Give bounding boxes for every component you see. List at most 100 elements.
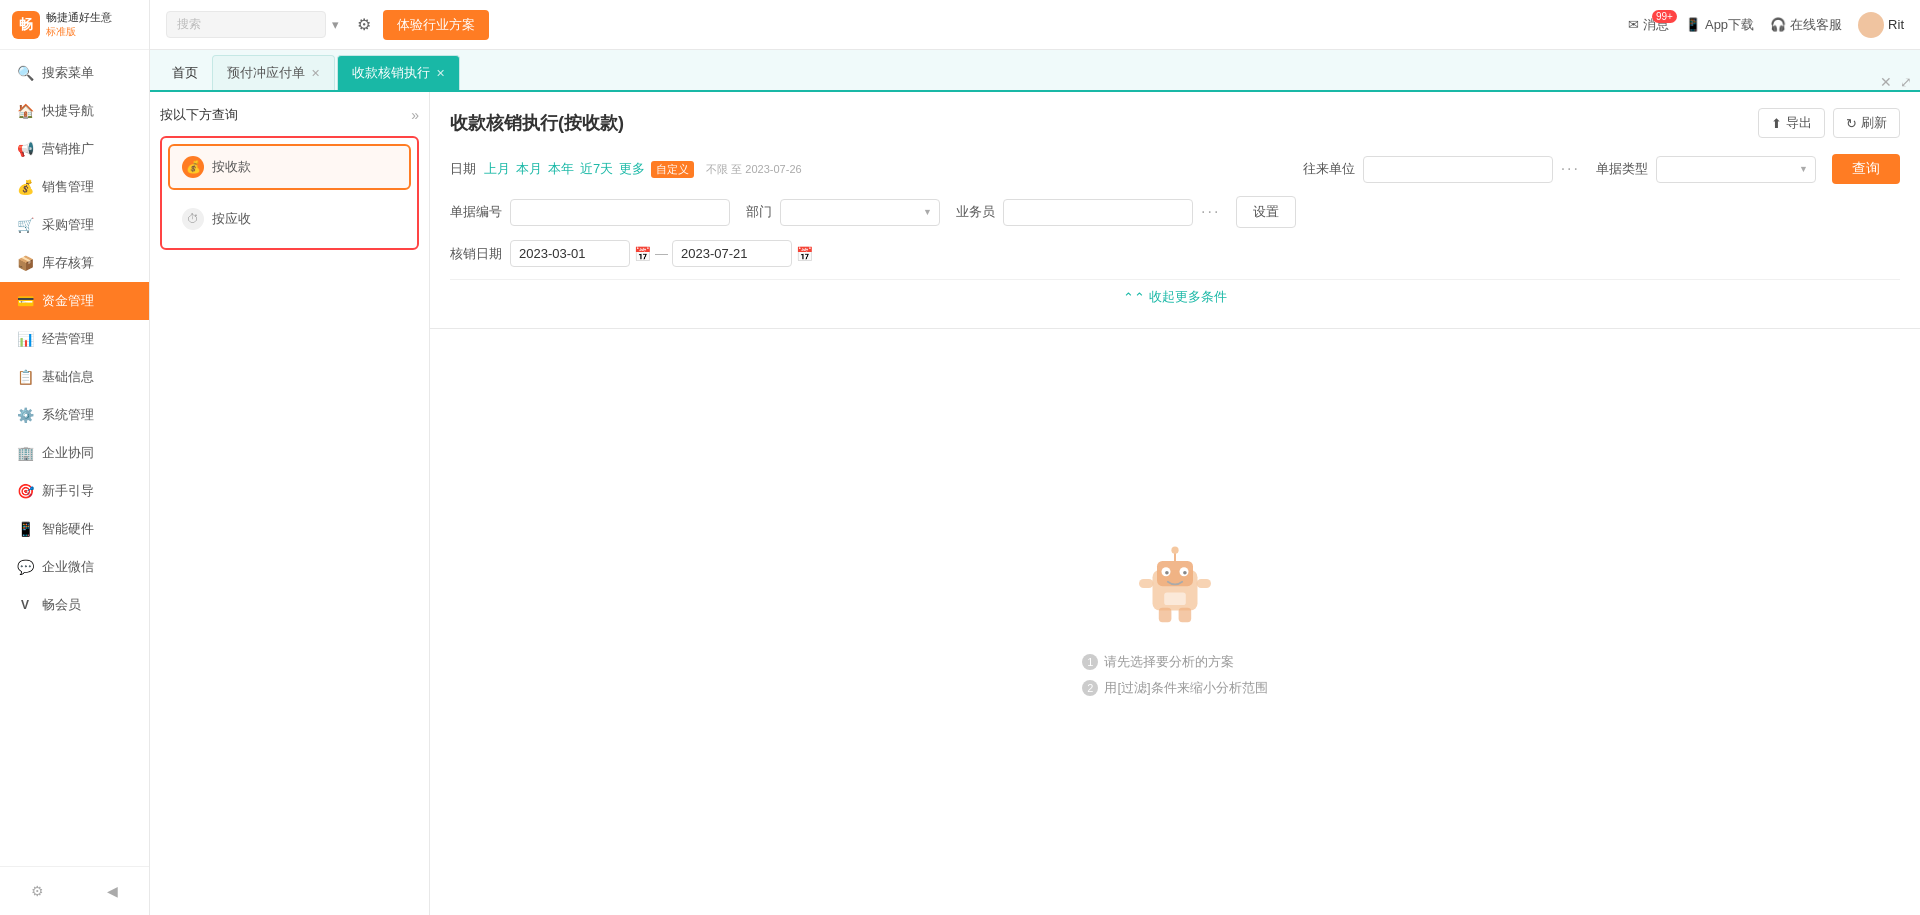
- sidebar-item-label-wechat: 企业微信: [42, 558, 94, 576]
- doc-no-field: 单据编号: [450, 199, 730, 226]
- export-icon: ⬆: [1771, 116, 1782, 131]
- query-btn[interactable]: 查询: [1832, 154, 1900, 184]
- settings-bottom-icon[interactable]: ⚙: [23, 875, 52, 907]
- department-select[interactable]: [780, 199, 940, 226]
- sidebar-nav: 🔍 搜索菜单 🏠 快捷导航 📢 营销推广 💰 销售管理 🛒 采购管理 📦 库存核…: [0, 50, 149, 866]
- hint-num-1: 1: [1082, 654, 1098, 670]
- tab-receipt-label: 收款核销执行: [352, 64, 430, 82]
- filter-collapse-icon[interactable]: »: [411, 107, 419, 123]
- sidebar-item-member[interactable]: V 畅会员: [0, 586, 149, 624]
- tab-receipt-offset[interactable]: 收款核销执行 ✕: [337, 55, 460, 90]
- hint-row-2: 2 用[过滤]条件来缩小分析范围: [1082, 675, 1267, 701]
- svg-point-4: [1165, 571, 1169, 575]
- shortcut-more[interactable]: 更多: [619, 160, 645, 178]
- counterpart-input[interactable]: [1363, 156, 1553, 183]
- tab-home[interactable]: 首页: [158, 56, 212, 90]
- sidebar-item-finance[interactable]: 💳 资金管理: [0, 282, 149, 320]
- topbar: 搜索 ▾ ⚙ 体验行业方案 ✉ 消息 99+ 📱 App下载 🎧 在线客服 R: [150, 0, 1920, 50]
- svg-rect-8: [1139, 579, 1153, 588]
- tab-prepay-close-icon[interactable]: ✕: [311, 67, 320, 80]
- counterpart-dots-btn[interactable]: ···: [1561, 160, 1580, 178]
- salesperson-input[interactable]: [1003, 199, 1193, 226]
- topbar-dropdown-arrow[interactable]: ▾: [332, 17, 339, 32]
- form-row-1: 日期 上月 本月 本年 近7天 更多 自定义 不限 至 2023-07-26: [450, 154, 1900, 184]
- topbar-gear-icon[interactable]: ⚙: [357, 15, 371, 34]
- shortcut-this-month[interactable]: 本月: [516, 160, 542, 178]
- topbar-search-box: 搜索: [166, 11, 326, 38]
- counterpart-field: 往来单位 ···: [1303, 156, 1580, 183]
- calendar-start-icon[interactable]: 📅: [634, 246, 651, 262]
- user-menu[interactable]: Rit: [1858, 12, 1904, 38]
- logo-subtitle: 标准版: [46, 25, 112, 39]
- sidebar-item-system[interactable]: ⚙️ 系统管理: [0, 396, 149, 434]
- filter-methods-container: 💰 按收款 ⏱ 按应收: [160, 136, 419, 250]
- sidebar-item-basic-info[interactable]: 📋 基础信息: [0, 358, 149, 396]
- offset-date-label: 核销日期: [450, 245, 502, 263]
- offset-date-end[interactable]: [672, 240, 792, 267]
- sidebar-item-label-finance: 资金管理: [42, 292, 94, 310]
- empty-robot-illustration: [1130, 543, 1220, 633]
- query-btn-wrap: 查询: [1832, 154, 1900, 184]
- sidebar-item-label-hardware: 智能硬件: [42, 520, 94, 538]
- salesperson-dots-btn[interactable]: ···: [1201, 203, 1220, 221]
- sidebar-item-marketing[interactable]: 📢 营销推广: [0, 130, 149, 168]
- receipt-method-icon: 💰: [182, 156, 204, 178]
- shortcut-last-month[interactable]: 上月: [484, 160, 510, 178]
- doc-no-input[interactable]: [510, 199, 730, 226]
- sidebar-item-operations[interactable]: 📊 经营管理: [0, 320, 149, 358]
- doc-type-select-wrapper: [1656, 156, 1816, 183]
- sidebar-item-guide[interactable]: 🎯 新手引导: [0, 472, 149, 510]
- export-btn[interactable]: ⬆ 导出: [1758, 108, 1825, 138]
- collapse-more-label: 收起更多条件: [1149, 288, 1227, 306]
- collapse-more-btn[interactable]: ⌃⌃ 收起更多条件: [450, 279, 1900, 314]
- finance-icon: 💳: [16, 293, 34, 309]
- shortcut-7days[interactable]: 近7天: [580, 160, 613, 178]
- industry-btn[interactable]: 体验行业方案: [383, 10, 489, 40]
- doc-type-select[interactable]: [1656, 156, 1816, 183]
- online-service-btn[interactable]: 🎧 在线客服: [1770, 16, 1842, 34]
- svg-rect-9: [1197, 579, 1211, 588]
- chevron-up-icon: ⌃⌃: [1123, 290, 1145, 305]
- filter-method-by-receivable[interactable]: ⏱ 按应收: [168, 196, 411, 242]
- page-header: 收款核销执行(按收款) ⬆ 导出 ↻ 刷新: [430, 92, 1920, 329]
- calendar-end-icon[interactable]: 📅: [796, 246, 813, 262]
- empty-state: 1 请先选择要分析的方案 2 用[过滤]条件来缩小分析范围: [430, 329, 1920, 915]
- hint-row-1: 1 请先选择要分析的方案: [1082, 649, 1267, 675]
- shortcut-this-year[interactable]: 本年: [548, 160, 574, 178]
- sidebar-item-hardware[interactable]: 📱 智能硬件: [0, 510, 149, 548]
- date-range-hint: 不限 至 2023-07-26: [706, 162, 801, 177]
- offset-date-start[interactable]: [510, 240, 630, 267]
- operations-icon: 📊: [16, 331, 34, 347]
- expand-tab-icon[interactable]: ⤢: [1900, 74, 1912, 90]
- sidebar-item-enterprise[interactable]: 🏢 企业协同: [0, 434, 149, 472]
- department-field: 部门: [746, 199, 940, 226]
- sidebar-item-search-menu[interactable]: 🔍 搜索菜单: [0, 54, 149, 92]
- tab-prepay-offset[interactable]: 预付冲应付单 ✕: [212, 55, 335, 90]
- collapse-sidebar-icon[interactable]: ◀: [99, 875, 126, 907]
- svg-rect-11: [1179, 608, 1192, 622]
- search-form: 日期 上月 本月 本年 近7天 更多 自定义 不限 至 2023-07-26: [450, 154, 1900, 328]
- hint-num-2: 2: [1082, 680, 1098, 696]
- logo-title: 畅捷通好生意: [46, 10, 112, 24]
- sidebar-item-wechat[interactable]: 💬 企业微信: [0, 548, 149, 586]
- tab-receipt-close-icon[interactable]: ✕: [436, 67, 445, 80]
- user-name: Rit: [1888, 17, 1904, 32]
- app-download-btn[interactable]: 📱 App下载: [1685, 16, 1754, 34]
- sidebar-item-quick-nav[interactable]: 🏠 快捷导航: [0, 92, 149, 130]
- close-tab-icon[interactable]: ✕: [1880, 74, 1892, 90]
- settings-btn[interactable]: 设置: [1236, 196, 1296, 228]
- refresh-label: 刷新: [1861, 114, 1887, 132]
- sidebar-bottom: ⚙ ◀: [0, 866, 149, 915]
- doc-type-label: 单据类型: [1596, 160, 1648, 178]
- receipt-method-label: 按收款: [212, 158, 251, 176]
- topbar-right: ✉ 消息 99+ 📱 App下载 🎧 在线客服 Rit: [1628, 12, 1904, 38]
- sidebar-item-inventory[interactable]: 📦 库存核算: [0, 244, 149, 282]
- custom-badge[interactable]: 自定义: [651, 161, 694, 178]
- form-row-3: 核销日期 📅 — 📅: [450, 240, 1900, 267]
- member-icon: V: [16, 598, 34, 612]
- filter-method-by-receipt[interactable]: 💰 按收款: [168, 144, 411, 190]
- message-btn[interactable]: ✉ 消息 99+: [1628, 16, 1669, 34]
- sidebar-item-sales[interactable]: 💰 销售管理: [0, 168, 149, 206]
- sidebar-item-purchase[interactable]: 🛒 采购管理: [0, 206, 149, 244]
- refresh-btn[interactable]: ↻ 刷新: [1833, 108, 1900, 138]
